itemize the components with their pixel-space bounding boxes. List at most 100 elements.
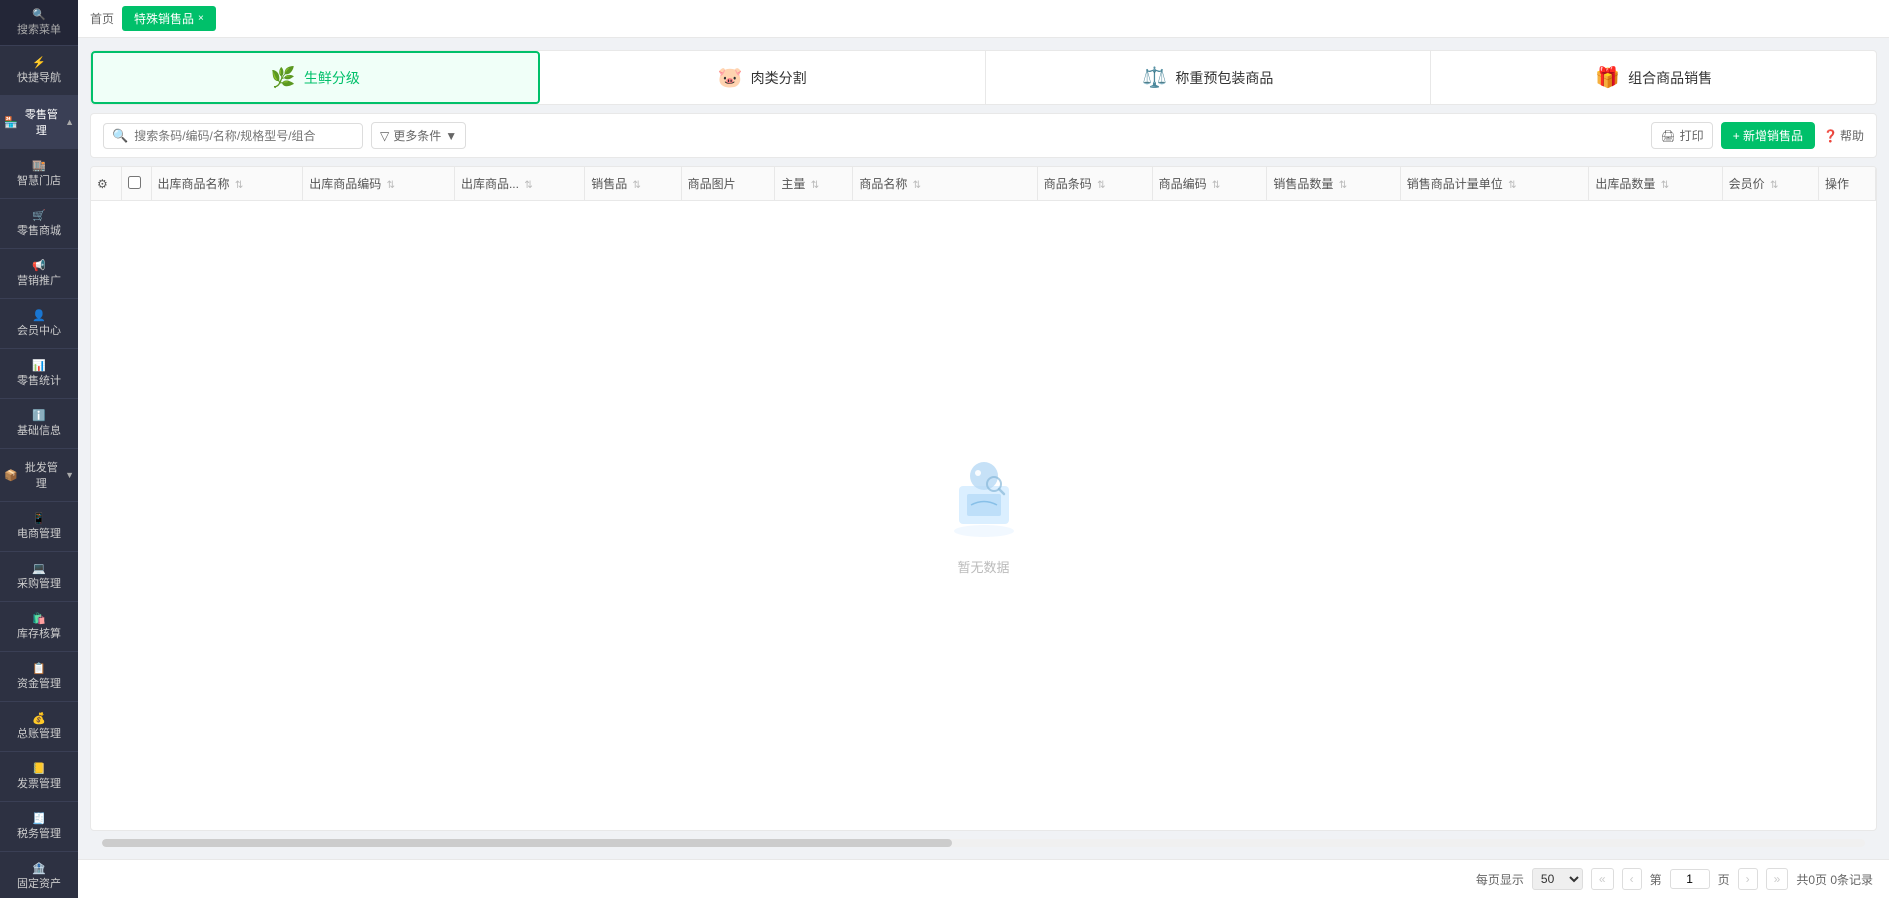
topbar: 首页 特殊销售品 × bbox=[78, 0, 1889, 38]
col-settings[interactable]: ⚙ bbox=[91, 167, 121, 201]
retail-stats-icon: 📊 bbox=[4, 359, 74, 372]
member-center-icon: 👤 bbox=[4, 309, 74, 322]
weight-pkg-icon: ⚖️ bbox=[1142, 65, 1167, 90]
filter-btn[interactable]: ▽ 更多条件 ▼ bbox=[371, 122, 466, 149]
sidebar-item-sales-promo[interactable]: 📢 营销推广 bbox=[0, 249, 78, 299]
col-goods-name[interactable]: 商品名称 ⇅ bbox=[853, 167, 1037, 201]
sidebar-search[interactable]: 🔍 搜索菜单 bbox=[0, 0, 78, 46]
cat-tab-fresh-grade[interactable]: 🌿 生鲜分级 bbox=[91, 51, 540, 104]
col-out-goods-spec[interactable]: 出库商品... ⇅ bbox=[454, 167, 584, 201]
ledger-mgmt-icon: 📒 bbox=[4, 762, 74, 775]
sidebar-item-mini-ecom[interactable]: 📱 电商管理 bbox=[0, 502, 78, 552]
sidebar-item-tax-mgmt[interactable]: 🏦 固定资产 bbox=[0, 852, 78, 898]
col-sale-unit[interactable]: 销售商品计量单位 ⇅ bbox=[1400, 167, 1589, 201]
invoice-mgmt-icon: 🧾 bbox=[4, 812, 74, 825]
col-member-price[interactable]: 会员价 ⇅ bbox=[1722, 167, 1818, 201]
data-table: ⚙ 出库商品名称 ⇅ 出库商品编码 ⇅ bbox=[91, 167, 1876, 201]
wholesale-mgmt-icon: 📦 bbox=[4, 469, 18, 482]
sidebar-item-purchase-mgmt[interactable]: 🛍️ 库存核算 bbox=[0, 602, 78, 652]
col-out-goods-code[interactable]: 出库商品编码 ⇅ bbox=[303, 167, 455, 201]
empty-text: 暂无数据 bbox=[957, 557, 1009, 576]
sort-icon-5: ⇅ bbox=[811, 180, 819, 191]
empty-illustration bbox=[939, 456, 1029, 549]
tax-mgmt-icon: 🏦 bbox=[4, 862, 74, 875]
sidebar-item-retail-mgmt[interactable]: 🏪 零售管理 ▲ bbox=[0, 96, 78, 149]
main-content: 首页 特殊销售品 × 🌿 生鲜分级 🐷 肉类分割 ⚖️ 称重预包装商品 🎁 组合… bbox=[78, 0, 1889, 898]
col-checkbox[interactable] bbox=[121, 167, 151, 201]
sidebar-item-member-center[interactable]: 👤 会员中心 bbox=[0, 299, 78, 349]
tab-close-btn[interactable]: × bbox=[198, 13, 204, 24]
sidebar-item-basic-info[interactable]: ℹ️ 基础信息 bbox=[0, 399, 78, 449]
cat-tab-meat-cut[interactable]: 🐷 肉类分割 bbox=[540, 51, 986, 104]
select-all-checkbox[interactable] bbox=[128, 176, 141, 189]
col-main-weight[interactable]: 主量 ⇅ bbox=[775, 167, 853, 201]
cat-tab-combo-sale[interactable]: 🎁 组合商品销售 bbox=[1431, 51, 1876, 104]
content-area: 🌿 生鲜分级 🐷 肉类分割 ⚖️ 称重预包装商品 🎁 组合商品销售 🔍 bbox=[78, 38, 1889, 859]
sort-icon-6: ⇅ bbox=[913, 180, 921, 191]
active-tab[interactable]: 特殊销售品 × bbox=[122, 6, 216, 31]
col-sale-qty[interactable]: 销售品数量 ⇅ bbox=[1267, 167, 1400, 201]
sidebar-item-retail-mall[interactable]: 🛒 零售商城 bbox=[0, 199, 78, 249]
pagination: 每页显示 10 20 50 100 « ‹ 第 页 › » 共0页 0条记录 bbox=[78, 859, 1889, 898]
search-input[interactable] bbox=[134, 129, 354, 143]
help-btn[interactable]: ❓ 帮助 bbox=[1823, 127, 1864, 144]
new-sale-btn[interactable]: + 新增销售品 bbox=[1721, 122, 1815, 149]
meat-cut-icon: 🐷 bbox=[718, 65, 743, 90]
sort-icon-2: ⇅ bbox=[387, 180, 395, 191]
print-btn[interactable]: 🖨 打印 bbox=[1651, 122, 1712, 149]
toolbar: 🔍 ▽ 更多条件 ▼ 🖨 打印 + 新增销售品 ❓ 帮助 bbox=[90, 113, 1877, 158]
purchase-mgmt-icon: 🛍️ bbox=[4, 612, 74, 625]
sidebar-item-invoice-mgmt[interactable]: 🧾 税务管理 bbox=[0, 802, 78, 852]
page-label-post: 页 bbox=[1718, 871, 1730, 888]
col-out-goods-name[interactable]: 出库商品名称 ⇅ bbox=[151, 167, 303, 201]
per-page-label: 每页显示 bbox=[1476, 871, 1524, 888]
fresh-grade-icon: 🌿 bbox=[271, 65, 296, 90]
smart-store-icon: 🏬 bbox=[4, 159, 74, 172]
home-link[interactable]: 首页 bbox=[90, 10, 114, 27]
page-input[interactable] bbox=[1670, 869, 1710, 889]
prev-page-btn[interactable]: ‹ bbox=[1622, 868, 1642, 890]
inventory-icon: 📋 bbox=[4, 662, 74, 675]
ecom-mgmt-icon: 💻 bbox=[4, 562, 74, 575]
sidebar-item-wholesale-mgmt[interactable]: 📦 批发管理 ▼ bbox=[0, 449, 78, 502]
last-page-btn[interactable]: » bbox=[1766, 868, 1789, 890]
sort-icon-7: ⇅ bbox=[1097, 180, 1105, 191]
cat-tab-weight-pkg[interactable]: ⚖️ 称重预包装商品 bbox=[986, 51, 1432, 104]
sidebar-item-quick-nav[interactable]: ⚡ 快捷导航 bbox=[0, 46, 78, 96]
search-icon: 🔍 bbox=[4, 8, 74, 21]
sidebar-item-ledger-mgmt[interactable]: 📒 发票管理 bbox=[0, 752, 78, 802]
total-label: 共0页 0条记录 bbox=[1796, 871, 1873, 888]
settings-icon: ⚙ bbox=[97, 177, 108, 191]
next-page-btn[interactable]: › bbox=[1738, 868, 1758, 890]
page-size-select[interactable]: 10 20 50 100 bbox=[1532, 868, 1583, 890]
first-page-btn[interactable]: « bbox=[1591, 868, 1614, 890]
empty-state: 暂无数据 bbox=[91, 201, 1876, 830]
sidebar-item-smart-store[interactable]: 🏬 智慧门店 bbox=[0, 149, 78, 199]
sidebar-item-finance[interactable]: 💰 总账管理 bbox=[0, 702, 78, 752]
toolbar-left: 🔍 ▽ 更多条件 ▼ bbox=[103, 122, 466, 149]
sort-icon: ⇅ bbox=[235, 180, 243, 191]
col-sale-goods[interactable]: 销售品 ⇅ bbox=[585, 167, 681, 201]
toolbar-right: 🖨 打印 + 新增销售品 ❓ 帮助 bbox=[1651, 122, 1864, 149]
col-goods-barcode[interactable]: 商品条码 ⇅ bbox=[1037, 167, 1152, 201]
scrollbar-thumb[interactable] bbox=[102, 839, 952, 847]
sort-icon-11: ⇅ bbox=[1661, 180, 1669, 191]
retail-mall-icon: 🛒 bbox=[4, 209, 74, 222]
finance-icon: 💰 bbox=[4, 712, 74, 725]
col-out-qty[interactable]: 出库品数量 ⇅ bbox=[1589, 167, 1722, 201]
sidebar-item-ecom-mgmt[interactable]: 💻 采购管理 bbox=[0, 552, 78, 602]
col-goods-code[interactable]: 商品编码 ⇅ bbox=[1152, 167, 1267, 201]
page-label-pre: 第 bbox=[1650, 871, 1662, 888]
print-icon: 🖨 bbox=[1660, 129, 1675, 143]
sidebar-item-inventory[interactable]: 📋 资金管理 bbox=[0, 652, 78, 702]
search-box[interactable]: 🔍 bbox=[103, 123, 363, 149]
filter-arrow-icon: ▼ bbox=[445, 129, 457, 143]
horizontal-scrollbar[interactable] bbox=[102, 839, 1865, 847]
sidebar-item-retail-stats[interactable]: 📊 零售统计 bbox=[0, 349, 78, 399]
chevron-down-icon: ▲ bbox=[65, 117, 74, 127]
combo-sale-icon: 🎁 bbox=[1595, 65, 1620, 90]
basic-info-icon: ℹ️ bbox=[4, 409, 74, 422]
sort-icon-10: ⇅ bbox=[1508, 180, 1516, 191]
sort-icon-12: ⇅ bbox=[1770, 180, 1778, 191]
retail-mgmt-icon: 🏪 bbox=[4, 116, 18, 129]
